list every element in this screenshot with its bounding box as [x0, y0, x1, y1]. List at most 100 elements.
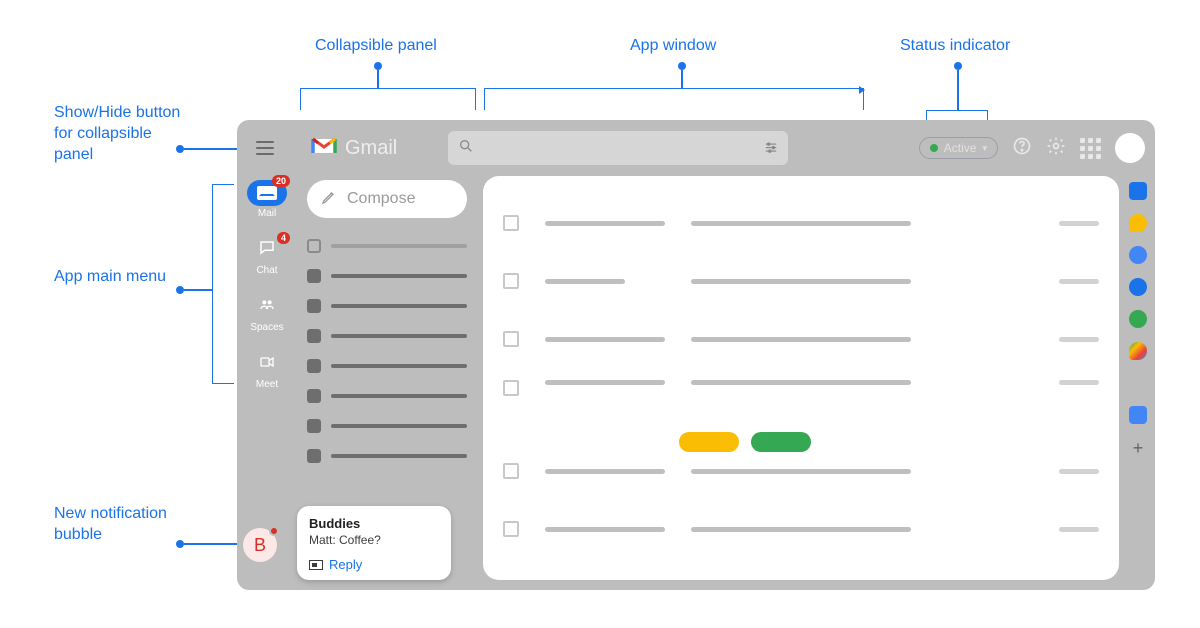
status-label: Active — [944, 141, 977, 155]
label-chip[interactable] — [679, 432, 739, 452]
status-indicator[interactable]: Active ▾ — [919, 137, 998, 159]
annotation-line — [377, 70, 379, 88]
annotation-line — [184, 543, 240, 545]
folder-icon — [307, 269, 321, 283]
mail-icon — [257, 186, 277, 200]
annotation-dot — [176, 540, 184, 548]
placeholder-line — [331, 304, 467, 308]
checkbox[interactable] — [503, 521, 519, 537]
placeholder-line — [331, 334, 467, 338]
app-window — [483, 176, 1119, 580]
annotation-dot — [954, 62, 962, 70]
rail-label: Meet — [256, 379, 278, 390]
list-row[interactable] — [503, 264, 1099, 298]
placeholder-line — [545, 380, 665, 385]
placeholder-line — [1059, 337, 1099, 342]
checkbox[interactable] — [503, 273, 519, 289]
compose-button[interactable]: Compose — [307, 180, 467, 218]
rail-item-spaces[interactable]: Spaces — [247, 294, 287, 333]
status-dot-icon — [930, 144, 938, 152]
folder-item[interactable] — [307, 324, 467, 348]
placeholder-line — [545, 469, 665, 474]
avatar-initial: B — [254, 535, 266, 556]
placeholder-line — [331, 274, 467, 278]
rail-label: Chat — [256, 265, 277, 276]
badge-count: 20 — [272, 175, 290, 187]
annotation-line — [184, 289, 212, 291]
annotation-collapsible-panel: Collapsible panel — [315, 36, 437, 57]
list-row[interactable] — [503, 454, 1099, 488]
rail-item-chat[interactable]: 4 Chat — [247, 237, 287, 276]
placeholder-line — [545, 279, 625, 284]
folder-icon — [307, 329, 321, 343]
contacts-icon[interactable] — [1129, 278, 1147, 296]
folder-icon — [307, 389, 321, 403]
maps-icon[interactable] — [1129, 342, 1147, 360]
product-logo: Gmail — [311, 135, 397, 162]
menu-toggle-button[interactable] — [251, 134, 279, 162]
gmail-icon — [311, 135, 337, 162]
placeholder-line — [1059, 279, 1099, 284]
search-icon — [458, 138, 474, 159]
badge-count: 4 — [277, 232, 290, 244]
placeholder-line — [331, 244, 467, 248]
notification-avatar[interactable]: B — [243, 528, 277, 562]
annotation-dot — [176, 145, 184, 153]
apps-grid-icon[interactable] — [1080, 138, 1101, 159]
folder-icon — [307, 449, 321, 463]
placeholder-line — [691, 337, 911, 342]
folder-icon — [307, 419, 321, 433]
rail-item-meet[interactable]: Meet — [247, 351, 287, 390]
checkbox[interactable] — [503, 215, 519, 231]
placeholder-line — [331, 424, 467, 428]
add-addon-button[interactable]: + — [1133, 438, 1144, 459]
checkbox[interactable] — [503, 331, 519, 347]
keep-icon[interactable] — [1129, 214, 1147, 232]
calendar-icon[interactable] — [1129, 182, 1147, 200]
chat-icon — [257, 239, 277, 262]
folder-item[interactable] — [307, 294, 467, 318]
placeholder-line — [545, 527, 665, 532]
gmail-app: Gmail Active ▾ — [237, 120, 1155, 590]
header-actions: Active ▾ — [919, 133, 1145, 163]
search-input[interactable] — [448, 131, 788, 165]
annotation-notification-bubble: New notification bubble — [54, 504, 174, 546]
placeholder-line — [1059, 527, 1099, 532]
voice-icon[interactable] — [1129, 310, 1147, 328]
folder-item[interactable] — [307, 234, 467, 258]
folder-item[interactable] — [307, 354, 467, 378]
folder-item[interactable] — [307, 444, 467, 468]
addon-icon[interactable] — [1129, 406, 1147, 424]
list-row[interactable] — [503, 380, 1099, 430]
folder-item[interactable] — [307, 384, 467, 408]
notification-title: Buddies — [309, 516, 439, 531]
meet-icon — [257, 354, 277, 375]
app-main-menu: 20 Mail 4 Chat Spaces — [237, 176, 297, 390]
rail-item-mail[interactable]: 20 Mail — [247, 180, 287, 219]
placeholder-line — [545, 221, 665, 226]
reply-button[interactable]: Reply — [309, 557, 439, 572]
list-row[interactable] — [503, 512, 1099, 546]
annotation-app-main-menu: App main menu — [54, 267, 174, 288]
compose-label: Compose — [347, 190, 415, 208]
notification-dot-icon — [269, 526, 279, 536]
reply-icon — [309, 560, 323, 570]
annotation-app-window: App window — [630, 36, 716, 57]
list-row[interactable] — [503, 322, 1099, 356]
folder-item[interactable] — [307, 264, 467, 288]
settings-icon[interactable] — [1046, 136, 1066, 161]
help-icon[interactable] — [1012, 136, 1032, 161]
placeholder-line — [1059, 380, 1099, 385]
list-row[interactable] — [503, 206, 1099, 240]
checkbox[interactable] — [503, 463, 519, 479]
folder-icon — [307, 299, 321, 313]
tasks-icon[interactable] — [1129, 246, 1147, 264]
placeholder-line — [1059, 221, 1099, 226]
folder-icon — [307, 359, 321, 373]
folder-item[interactable] — [307, 414, 467, 438]
checkbox[interactable] — [503, 380, 519, 396]
account-avatar[interactable] — [1115, 133, 1145, 163]
label-chip[interactable] — [751, 432, 811, 452]
annotation-dot — [176, 286, 184, 294]
search-options-icon[interactable] — [764, 140, 778, 157]
